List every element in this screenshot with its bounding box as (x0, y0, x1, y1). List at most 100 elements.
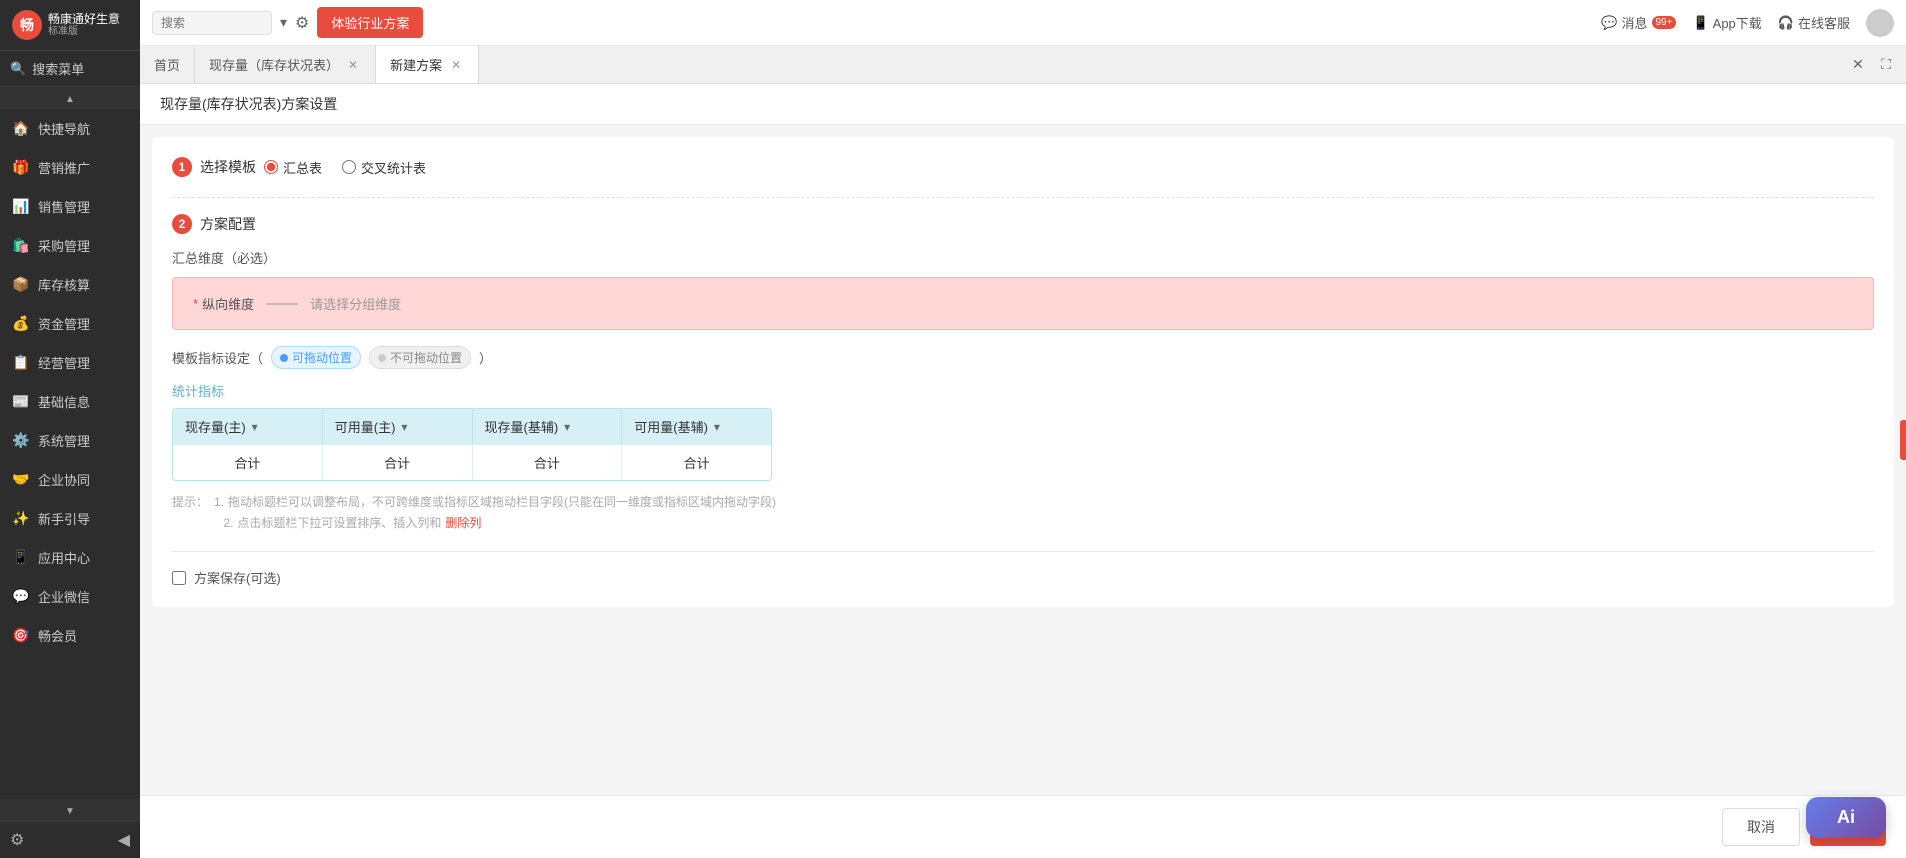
stats-th-3: 现存量(基辅) ▾ (473, 409, 623, 444)
sidebar-item-member[interactable]: 🎯 畅会员 (0, 616, 140, 655)
nav-item-label: 基础信息 (38, 392, 90, 411)
statistics-section: 统计指标 现存量(主) ▾ 可用量(主) ▾ (172, 381, 1874, 481)
sidebar-item-sales[interactable]: 📊 销售管理 (0, 187, 140, 226)
main-content: ▾ ⚙ 体验行业方案 💬 消息 99+ 📱 App下载 🎧 在线客服 首页 (140, 0, 1906, 858)
nav-item-label: 资金管理 (38, 314, 90, 333)
scroll-up-icon: ▲ (65, 94, 75, 105)
nav-item-label: 快捷导航 (38, 119, 90, 138)
sidebar-item-basic-info[interactable]: 📰 基础信息 (0, 382, 140, 421)
message-icon: 💬 (1601, 15, 1617, 31)
member-icon: 🎯 (12, 627, 30, 645)
app-edition: 标准版 (48, 26, 120, 38)
sidebar-item-operations[interactable]: 📋 经营管理 (0, 343, 140, 382)
chart-icon: 📊 (12, 198, 30, 216)
clipboard-icon: 📋 (12, 354, 30, 372)
nav-item-label: 销售管理 (38, 197, 90, 216)
stats-th-2: 可用量(主) ▾ (323, 409, 473, 444)
tab-inventory-close-icon[interactable]: ✕ (345, 57, 361, 73)
app-download-label: App下载 (1713, 13, 1762, 32)
sidebar-item-finance[interactable]: 💰 资金管理 (0, 304, 140, 343)
radio-summary[interactable]: 汇总表 (264, 158, 322, 177)
app-download-group[interactable]: 📱 App下载 (1692, 13, 1761, 32)
nav-item-label: 营销推广 (38, 158, 90, 177)
tabbar: 首页 现存量（库存状况表） ✕ 新建方案 ✕ ✕ ⛶ (140, 46, 1906, 84)
radio-summary-label: 汇总表 (283, 158, 322, 177)
template-radio-group: 汇总表 交叉统计表 (264, 158, 426, 177)
star-icon: ✨ (12, 510, 30, 528)
stats-section-title: 统计指标 (172, 381, 1874, 400)
sidebar-scroll-down[interactable]: ▼ (0, 799, 140, 821)
draggable-dot-icon (280, 354, 288, 362)
stats-th-4-label: 可用量(基辅) (634, 417, 708, 436)
expand-window-icon[interactable]: ⛶ (1874, 53, 1898, 77)
ai-label: Ai (1837, 807, 1855, 827)
stats-table: 现存量(主) ▾ 可用量(主) ▾ 现存量(基辅) ▾ (172, 408, 772, 481)
save-checkbox[interactable] (172, 571, 186, 585)
mobile-download-icon: 📱 (1692, 15, 1708, 31)
dimension-name-label: 纵向维度 (202, 294, 254, 313)
sidebar-item-purchase[interactable]: 🛍️ 采购管理 (0, 226, 140, 265)
online-service-group[interactable]: 🎧 在线客服 (1778, 13, 1850, 32)
stats-td-4: 合计 (622, 445, 771, 480)
settings-icon[interactable]: ⚙ (10, 830, 24, 850)
sidebar-item-quick-nav[interactable]: 🏠 快捷导航 (0, 109, 140, 148)
sidebar-item-wechat[interactable]: 💬 企业微信 (0, 577, 140, 616)
money-icon: 💰 (12, 315, 30, 333)
tab-inventory-status[interactable]: 现存量（库存状况表） ✕ (195, 46, 376, 83)
mobile-icon: 📱 (12, 549, 30, 567)
sidebar-item-inventory[interactable]: 📦 库存核算 (0, 265, 140, 304)
sidebar-item-newcomer[interactable]: ✨ 新手引导 (0, 499, 140, 538)
cancel-button[interactable]: 取消 (1722, 808, 1800, 846)
bag-icon: 🛍️ (12, 237, 30, 255)
sidebar-search[interactable]: 🔍 搜索菜单 (0, 51, 140, 87)
tab-home-label: 首页 (154, 55, 180, 74)
dimension-placeholder-text[interactable]: 请选择分组维度 (310, 294, 401, 313)
sidebar-nav: 🏠 快捷导航 🎁 营销推广 📊 销售管理 🛍️ 采购管理 📦 库存核算 💰 资金… (0, 109, 140, 799)
step2-section: 2 方案配置 汇总维度（必选） * 纵向维度 —— 请选择分组维度 模板指标设定… (172, 214, 1874, 531)
user-avatar[interactable] (1866, 9, 1894, 37)
topbar: ▾ ⚙ 体验行业方案 💬 消息 99+ 📱 App下载 🎧 在线客服 (140, 0, 1906, 46)
ai-assistant-button[interactable]: Ai (1806, 797, 1886, 838)
tab-new-scheme-close-icon[interactable]: ✕ (448, 57, 464, 73)
nav-item-label: 经营管理 (38, 353, 90, 372)
nav-item-label: 企业微信 (38, 587, 90, 606)
topbar-gear-icon[interactable]: ⚙ (295, 13, 309, 33)
trial-button[interactable]: 体验行业方案 (317, 7, 423, 38)
dimension-separator: —— (266, 295, 298, 313)
chevron-down-icon-1[interactable]: ▾ (252, 420, 258, 434)
chevron-down-icon-3[interactable]: ▾ (564, 420, 570, 434)
radio-cross[interactable]: 交叉统计表 (342, 158, 426, 177)
chevron-down-icon-4[interactable]: ▾ (714, 420, 720, 434)
topbar-search-input[interactable] (152, 11, 272, 35)
stats-th-1-label: 现存量(主) (185, 417, 246, 436)
sidebar-scroll-up[interactable]: ▲ (0, 87, 140, 109)
tab-home[interactable]: 首页 (140, 46, 195, 83)
close-window-icon[interactable]: ✕ (1846, 53, 1870, 77)
page-title: 现存量(库存状况表)方案设置 (160, 96, 337, 112)
step1-header: 1 选择模板 汇总表 交叉统计表 (172, 157, 1874, 177)
chevron-down-icon-2[interactable]: ▾ (401, 420, 407, 434)
step1-title: 选择模板 (200, 157, 256, 177)
tips-delete-link[interactable]: 删除列 (445, 514, 481, 531)
topbar-left: ▾ ⚙ 体验行业方案 (152, 7, 1593, 38)
radio-summary-input[interactable] (264, 160, 278, 174)
sidebar-item-system[interactable]: ⚙️ 系统管理 (0, 421, 140, 460)
sidebar-item-app-center[interactable]: 📱 应用中心 (0, 538, 140, 577)
scheme-form: 1 选择模板 汇总表 交叉统计表 (152, 137, 1894, 607)
messages-group[interactable]: 💬 消息 99+ (1601, 13, 1676, 32)
tab-new-scheme[interactable]: 新建方案 ✕ (376, 46, 479, 83)
stats-th-2-label: 可用量(主) (335, 417, 396, 436)
radio-cross-input[interactable] (342, 160, 356, 174)
stats-table-head: 现存量(主) ▾ 可用量(主) ▾ 现存量(基辅) ▾ (173, 409, 771, 444)
speaker-icon[interactable]: ◀ (118, 830, 130, 850)
sidebar-item-marketing[interactable]: 🎁 营销推广 (0, 148, 140, 187)
dropdown-chevron-icon[interactable]: ▾ (280, 14, 287, 31)
stats-td-1: 合计 (173, 445, 323, 480)
stats-thead-row: 现存量(主) ▾ 可用量(主) ▾ 现存量(基辅) ▾ (173, 409, 771, 444)
step1-section: 1 选择模板 汇总表 交叉统计表 (172, 157, 1874, 177)
headset-icon: 🎧 (1778, 15, 1794, 31)
sidebar-search-label: 搜索菜单 (32, 59, 84, 78)
tips-index-label: 提示： 1. (172, 493, 224, 510)
tips-section: 提示： 1. 拖动标题栏可以调整布局，不可跨维度或指标区域拖动栏目字段(只能在同… (172, 493, 1874, 531)
sidebar-item-cooperation[interactable]: 🤝 企业协同 (0, 460, 140, 499)
